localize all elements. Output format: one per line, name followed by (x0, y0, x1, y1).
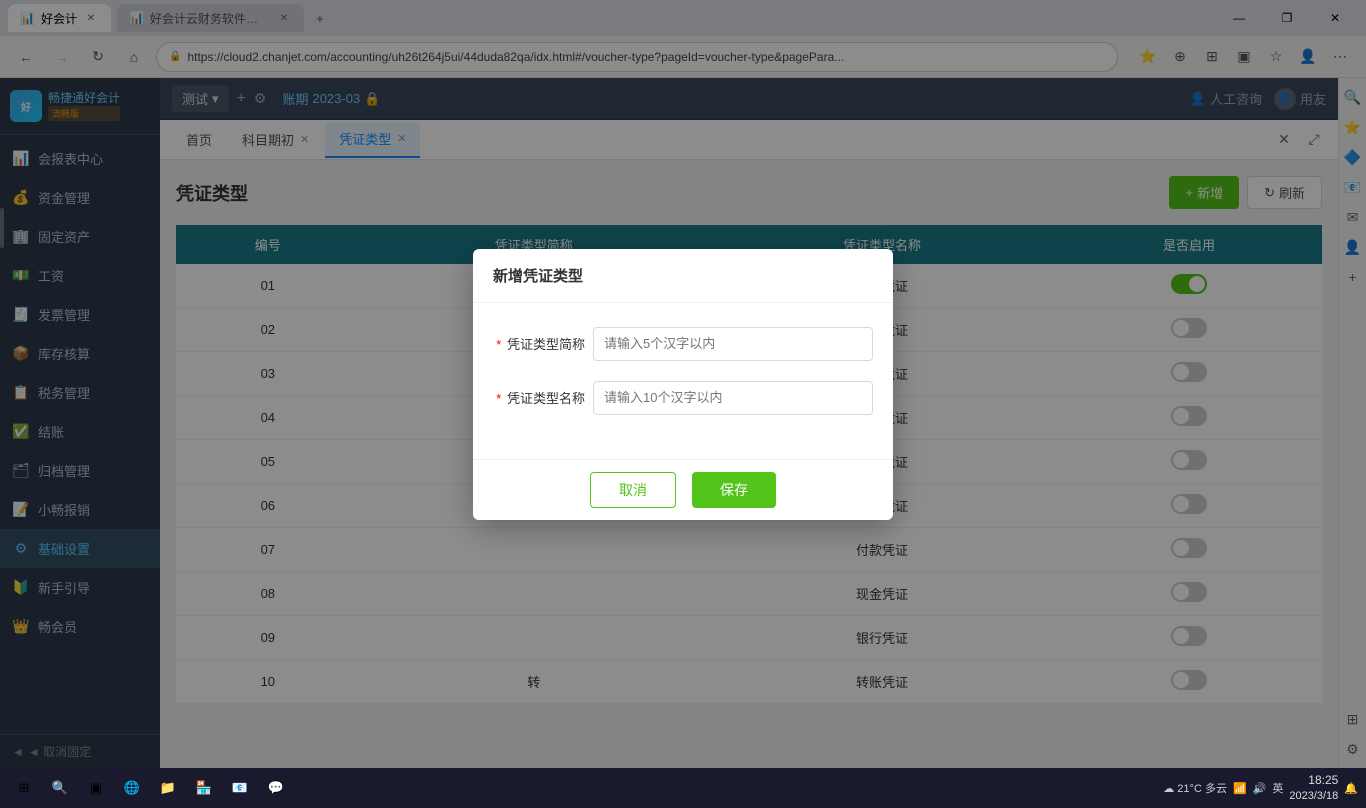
volume-icon: 🔊 (1253, 782, 1267, 795)
taskbar-taskview[interactable]: ▣ (80, 772, 112, 804)
taskbar-explorer[interactable]: 📁 (152, 772, 184, 804)
save-button[interactable]: 保存 (692, 472, 776, 508)
network-icon: 📶 (1233, 782, 1247, 795)
modal-header: 新增凭证类型 (473, 249, 893, 303)
full-label-text: 凭证类型名称 (507, 391, 585, 406)
taskbar-right: ☁ 21°C 多云 📶 🔊 英 18:25 2023/3/18 🔔 (1163, 772, 1358, 804)
modal-title: 新增凭证类型 (493, 268, 583, 285)
taskbar-apps: 🔍 ▣ 🌐 📁 🏪 📧 💬 (44, 772, 292, 804)
taskbar-store[interactable]: 🏪 (188, 772, 220, 804)
time-display: 18:25 (1289, 772, 1338, 789)
required-mark2: * (496, 391, 501, 406)
short-name-input[interactable] (593, 327, 873, 361)
taskbar-wechat[interactable]: 💬 (260, 772, 292, 804)
short-name-row: * 凭证类型简称 (493, 327, 873, 361)
notifications-icon[interactable]: 🔔 (1344, 782, 1358, 795)
taskbar-mail[interactable]: 📧 (224, 772, 256, 804)
modal-overlay: 新增凭证类型 * 凭证类型简称 * 凭证类型名称 取消 保存 (0, 0, 1366, 768)
taskbar-search[interactable]: 🔍 (44, 772, 76, 804)
full-name-input[interactable] (593, 381, 873, 415)
date-display: 2023/3/18 (1289, 789, 1338, 804)
taskbar-clock: 18:25 2023/3/18 (1289, 772, 1338, 804)
required-mark: * (496, 337, 501, 352)
modal-body: * 凭证类型简称 * 凭证类型名称 (473, 303, 893, 459)
short-label-text: 凭证类型简称 (507, 337, 585, 352)
full-name-row: * 凭证类型名称 (493, 381, 873, 415)
add-voucher-modal: 新增凭证类型 * 凭证类型简称 * 凭证类型名称 取消 保存 (473, 249, 893, 520)
lang-indicator: 英 (1272, 780, 1283, 796)
taskbar-browser[interactable]: 🌐 (116, 772, 148, 804)
cancel-button[interactable]: 取消 (590, 472, 676, 508)
taskbar: ⊞ 🔍 ▣ 🌐 📁 🏪 📧 💬 ☁ 21°C 多云 📶 🔊 英 18:25 20… (0, 768, 1366, 808)
short-name-label: * 凭证类型简称 (493, 334, 593, 353)
full-name-label: * 凭证类型名称 (493, 388, 593, 407)
modal-footer: 取消 保存 (473, 459, 893, 520)
weather-info: ☁ 21°C 多云 (1163, 780, 1227, 796)
start-button[interactable]: ⊞ (8, 772, 40, 804)
